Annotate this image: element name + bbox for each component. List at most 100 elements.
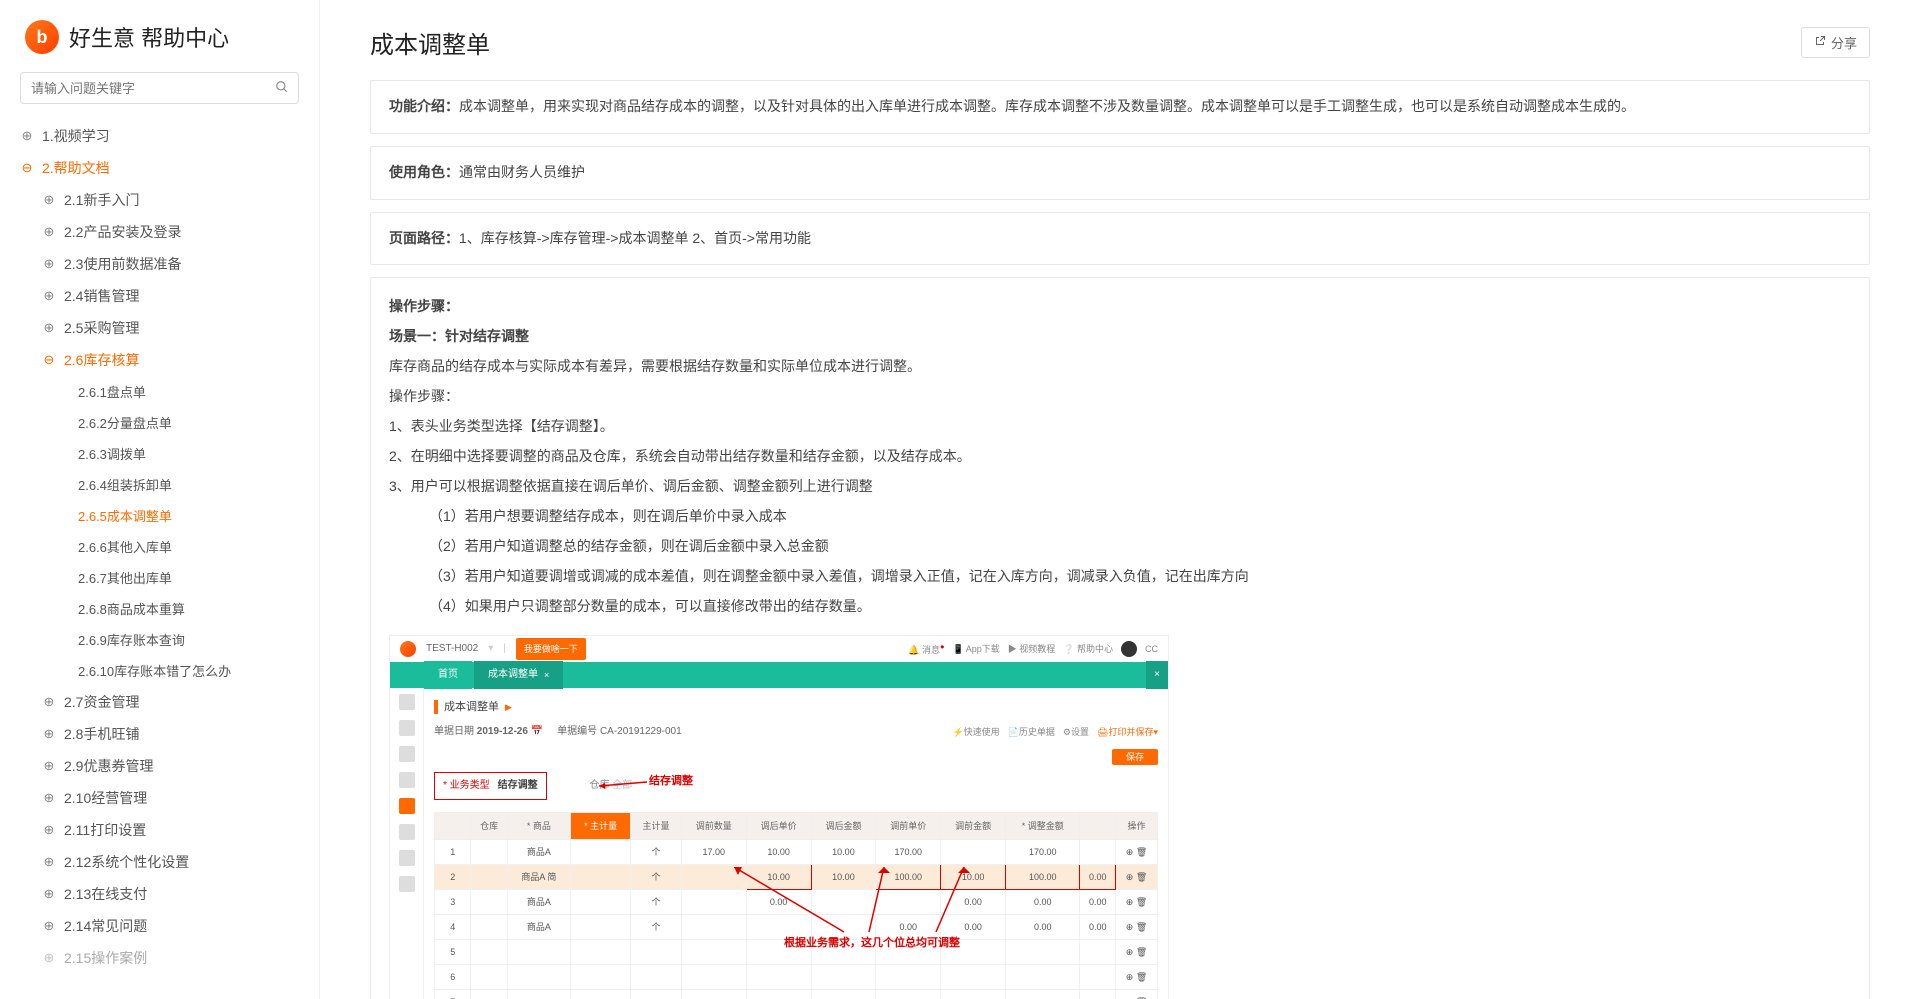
nav-2-6-6[interactable]: 2.6.6其他入库单 — [0, 531, 319, 562]
share-label: 分享 — [1831, 33, 1857, 52]
close-icon: × — [544, 666, 549, 684]
intro-box: 功能介绍：成本调整单，用来实现对商品结存成本的调整，以及针对具体的出入库单进行成… — [370, 80, 1870, 134]
search-box — [20, 72, 299, 104]
nav-label: 2.6.1盘点单 — [78, 382, 146, 401]
mock-side-icon — [399, 720, 415, 736]
nav-2-8[interactable]: ⊕2.8手机旺铺 — [0, 718, 319, 750]
page-title: 成本调整单 — [370, 25, 490, 60]
nav-label: 2.6.4组装拆卸单 — [78, 475, 172, 494]
nav-2-6-3[interactable]: 2.6.3调拨单 — [0, 438, 319, 469]
plus-icon: ⊕ — [42, 887, 56, 901]
mock-app: App下载 — [966, 644, 1000, 654]
nav-label: 2.帮助文档 — [42, 158, 110, 178]
path-label: 页面路径： — [389, 230, 459, 246]
bar-icon — [434, 700, 438, 714]
plus-icon: ⊕ — [42, 823, 56, 837]
mock-video: 视频教程 — [1019, 644, 1055, 654]
nav-2-2[interactable]: ⊕2.2产品安装及登录 — [0, 216, 319, 248]
mock-tab-close: × — [1146, 661, 1168, 689]
main-content: 成本调整单 分享 功能介绍：成本调整单，用来实现对商品结存成本的调整，以及针对具… — [320, 0, 1920, 999]
nav-label: 2.6.3调拨单 — [78, 444, 146, 463]
nav-label: 2.6.5成本调整单 — [78, 506, 172, 525]
intro-text: 成本调整单，用来实现对商品结存成本的调整，以及针对具体的出入库单进行成本调整。库… — [459, 98, 1635, 114]
nav-2-6-9[interactable]: 2.6.9库存账本查询 — [0, 624, 319, 655]
step-3-4: （4）如果用户只调整部分数量的成本，可以直接修改带出的结存数量。 — [429, 592, 1851, 620]
nav-videos[interactable]: ⊕1.视频学习 — [0, 120, 319, 152]
mock-side-icon — [399, 798, 415, 814]
mock-save-button: 保存 — [1112, 749, 1158, 765]
mock-side-icon — [399, 746, 415, 762]
mock-tabs: 首页 成本调整单× × — [390, 662, 1168, 688]
nav-2-6-7[interactable]: 2.6.7其他出库单 — [0, 562, 319, 593]
nav-2-6-10[interactable]: 2.6.10库存账本错了怎么办 — [0, 655, 319, 686]
nav-label: 2.6.9库存账本查询 — [78, 630, 185, 649]
nav-label: 2.8手机旺铺 — [64, 724, 139, 744]
nav-label: 2.4销售管理 — [64, 286, 139, 306]
path-text: 1、库存核算->库存管理->成本调整单 2、首页->常用功能 — [459, 230, 811, 246]
nav-2-14[interactable]: ⊕2.14常见问题 — [0, 910, 319, 942]
plus-icon: ⊕ — [42, 257, 56, 271]
step-3-2: （2）若用户知道调整总的结存金额，则在调后金额中录入总金额 — [429, 532, 1851, 560]
app-screenshot: TEST-H002 ▾ | 我要做啥一下 🔔 消息● 📱 App下载 ▶ 视频教… — [389, 635, 1169, 999]
nav-2-6-8[interactable]: 2.6.8商品成本重算 — [0, 593, 319, 624]
step-1: 1、表头业务类型选择【结存调整】。 — [389, 412, 1851, 440]
mock-side-icon — [399, 850, 415, 866]
plus-icon: ⊕ — [42, 759, 56, 773]
nav-2-4[interactable]: ⊕2.4销售管理 — [0, 280, 319, 312]
search-input[interactable] — [20, 72, 299, 104]
mock-side-icon — [399, 824, 415, 840]
mock-sidebar — [390, 688, 424, 999]
plus-icon: ⊕ — [42, 321, 56, 335]
nav-label: 2.2产品安装及登录 — [64, 222, 181, 242]
nav-2-1[interactable]: ⊕2.1新手入门 — [0, 184, 319, 216]
mock-org: TEST-H002 — [426, 639, 478, 659]
nav-2-7[interactable]: ⊕2.7资金管理 — [0, 686, 319, 718]
nav-2-6-5[interactable]: 2.6.5成本调整单 — [0, 500, 319, 531]
plus-icon: ⊕ — [42, 695, 56, 709]
mock-annot-adjust: 根据业务需求，这几个位总均可调整 — [784, 932, 960, 954]
nav-2-9[interactable]: ⊕2.9优惠券管理 — [0, 750, 319, 782]
nav-label: 2.10经营管理 — [64, 788, 147, 808]
nav-label: 2.13在线支付 — [64, 884, 147, 904]
mock-biztype: 结存调整 — [498, 776, 538, 796]
nav-2-5[interactable]: ⊕2.5采购管理 — [0, 312, 319, 344]
role-box: 使用角色：通常由财务人员维护 — [370, 146, 1870, 200]
nav-label: 2.6.7其他出库单 — [78, 568, 172, 587]
nav-2-6-4[interactable]: 2.6.4组装拆卸单 — [0, 469, 319, 500]
nav-label: 2.11打印设置 — [64, 820, 146, 840]
nav-2-15[interactable]: ⊕2.15操作案例 — [0, 942, 319, 974]
plus-icon: ⊕ — [42, 919, 56, 933]
nav-2-3[interactable]: ⊕ 2.3使用前数据准备 — [0, 248, 319, 280]
nav-2-10[interactable]: ⊕ 2.10经营管理 — [0, 782, 319, 814]
path-box: 页面路径：1、库存核算->库存管理->成本调整单 2、首页->常用功能 — [370, 212, 1870, 266]
step-2: 2、在明细中选择要调整的商品及仓库，系统会自动带出结存数量和结存金额，以及结存成… — [389, 442, 1851, 470]
mock-help: 帮助中心 — [1077, 644, 1113, 654]
nav-2-11[interactable]: ⊕ 2.11打印设置 — [0, 814, 319, 846]
nav-2-13[interactable]: ⊕ 2.13在线支付 — [0, 878, 319, 910]
mock-doc-title: 成本调整单 — [444, 696, 499, 718]
mock-tab-doc: 成本调整单× — [474, 661, 563, 689]
nav-2-12[interactable]: ⊕ 2.12系统个性化设置 — [0, 846, 319, 878]
nav-label: 2.12系统个性化设置 — [64, 852, 189, 872]
minus-icon: ⊖ — [42, 353, 56, 367]
step-3: 3、用户可以根据调整依据直接在调后单价、调后金额、调整金额列上进行调整 — [389, 472, 1851, 500]
share-button[interactable]: 分享 — [1801, 27, 1870, 58]
plus-icon: ⊕ — [42, 855, 56, 869]
share-icon — [1814, 35, 1826, 50]
nav-label: 2.1新手入门 — [64, 190, 139, 210]
nav-2-6-2[interactable]: 2.6.2分量盘点单 — [0, 407, 319, 438]
avatar-icon — [1121, 641, 1137, 657]
search-icon[interactable] — [275, 80, 289, 97]
nav-2-6[interactable]: ⊖2.6库存核算 — [0, 344, 319, 376]
nav-label: 2.3使用前数据准备 — [64, 254, 181, 274]
plus-icon: ⊕ — [42, 791, 56, 805]
nav-2-6-1[interactable]: 2.6.1盘点单 — [0, 376, 319, 407]
plus-icon: ⊕ — [42, 951, 56, 965]
mock-side-icon — [399, 694, 415, 710]
mock-tab-home: 首页 — [424, 661, 472, 689]
nav-label: 2.6.8商品成本重算 — [78, 599, 185, 618]
mock-logo-icon — [400, 641, 416, 657]
steps-section: 操作步骤： 场景一：针对结存调整 库存商品的结存成本与实际成本有差异，需要根据结… — [370, 277, 1870, 999]
sidebar: b 好生意 帮助中心 ⊕1.视频学习 ⊖2.帮助文档 ⊕2.1新手入门 ⊕2.2… — [0, 0, 320, 999]
nav-help-docs[interactable]: ⊖2.帮助文档 — [0, 152, 319, 184]
